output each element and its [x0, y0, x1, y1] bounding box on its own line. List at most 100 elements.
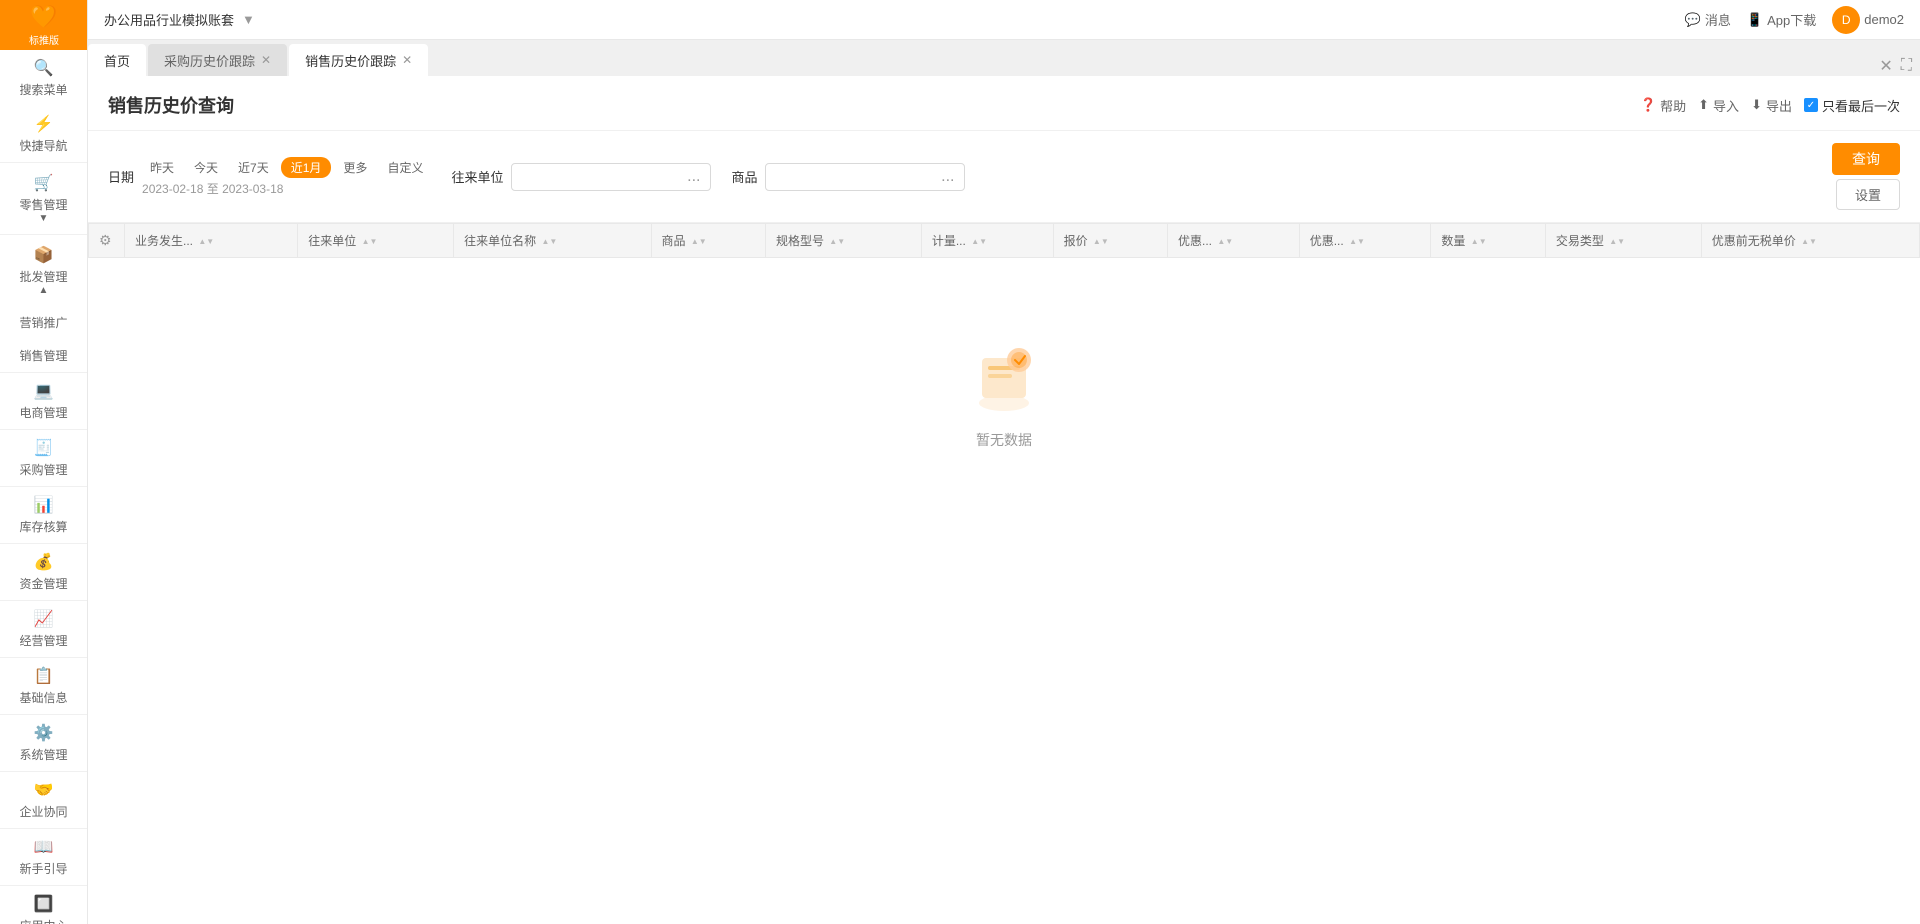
- sidebar-group-wholesale: 📦 批发管理 ▲ 营销推广 销售管理: [0, 235, 87, 373]
- tab-purchase-close-icon[interactable]: ✕: [261, 53, 271, 67]
- sidebar-item-sales[interactable]: 销售管理: [0, 339, 87, 372]
- date-yesterday-btn[interactable]: 昨天: [142, 157, 182, 178]
- date-last1month-btn[interactable]: 近1月: [281, 157, 332, 178]
- table-settings-icon[interactable]: ⚙: [99, 232, 112, 248]
- col-product-label: 商品: [662, 234, 686, 248]
- sidebar-group-inventory: 📊 库存核算: [0, 487, 87, 544]
- date-today-btn[interactable]: 今天: [186, 157, 226, 178]
- sidebar-group-top: 🔍 搜索菜单 ⚡ 快捷导航: [0, 50, 87, 163]
- sidebar-item-label: 采购管理: [19, 461, 67, 478]
- table-header: ⚙ 业务发生... ▲▼ 往来单位 ▲▼ 往来单位名称 ▲▼: [89, 224, 1920, 258]
- sidebar-item-app-center[interactable]: 🔲 应用中心: [0, 886, 87, 924]
- col-discount2-label: 优惠...: [1310, 234, 1344, 248]
- tab-home[interactable]: 首页: [88, 44, 146, 76]
- main-area: 办公用品行业模拟账套 ▼ 💬 消息 📱 App下载 D demo2 首页 采购历…: [88, 0, 1920, 924]
- sort-icon[interactable]: ▲▼: [691, 237, 707, 246]
- tab-sales-close-icon[interactable]: ✕: [402, 53, 412, 67]
- col-discount1: 优惠... ▲▼: [1167, 224, 1299, 258]
- user-menu[interactable]: D demo2: [1832, 6, 1904, 34]
- date-more-btn[interactable]: 更多: [335, 157, 375, 178]
- sidebar-item-label: 搜索菜单: [19, 81, 67, 98]
- operations-icon: 📈: [34, 609, 54, 629]
- sidebar-item-retail[interactable]: 🛒 零售管理 ▼: [0, 163, 87, 234]
- maximize-icon[interactable]: ⛶: [1901, 57, 1912, 75]
- logo: 🧡 标推版: [0, 0, 88, 50]
- col-unit: 计量... ▲▼: [921, 224, 1053, 258]
- sidebar-item-system[interactable]: ⚙️ 系统管理: [0, 715, 87, 771]
- tab-purchase-history[interactable]: 采购历史价跟踪 ✕: [148, 44, 287, 76]
- sidebar-item-finance[interactable]: 💰 资金管理: [0, 544, 87, 600]
- sort-icon[interactable]: ▲▼: [1093, 237, 1109, 246]
- sidebar-item-marketing[interactable]: 营销推广: [0, 306, 87, 339]
- sort-icon[interactable]: ▲▼: [541, 237, 557, 246]
- sidebar-group-app-center: 🔲 应用中心: [0, 886, 87, 924]
- sidebar-item-inventory[interactable]: 📊 库存核算: [0, 487, 87, 543]
- col-product: 商品 ▲▼: [651, 224, 765, 258]
- page-header: 销售历史价查询 ❓ 帮助 ⬆ 导入 ⬇ 导出 ✓ 只看最后一次: [88, 76, 1920, 131]
- sidebar-item-purchase[interactable]: 🧾 采购管理: [0, 430, 87, 486]
- source-unit-label: 往来单位: [451, 167, 503, 186]
- sidebar-item-basic[interactable]: 📋 基础信息: [0, 658, 87, 714]
- sort-icon[interactable]: ▲▼: [362, 237, 378, 246]
- close-window-icon[interactable]: ✕: [1879, 56, 1892, 76]
- tab-sales-history[interactable]: 销售历史价跟踪 ✕: [289, 44, 428, 76]
- sidebar-item-label: 企业协同: [19, 803, 67, 820]
- sort-icon[interactable]: ▲▼: [971, 237, 987, 246]
- sidebar-item-quick-nav[interactable]: ⚡ 快捷导航: [0, 106, 87, 162]
- message-button[interactable]: 💬 消息: [1685, 10, 1731, 29]
- settings-button[interactable]: 设置: [1836, 179, 1900, 210]
- import-label: 导入: [1713, 96, 1739, 115]
- sort-icon[interactable]: ▲▼: [829, 237, 845, 246]
- sidebar-item-label: 基础信息: [19, 689, 67, 706]
- col-trade-type: 交易类型 ▲▼: [1545, 224, 1701, 258]
- sort-icon[interactable]: ▲▼: [1471, 237, 1487, 246]
- sidebar-group-ecommerce: 💻 电商管理: [0, 373, 87, 430]
- query-button[interactable]: 查询: [1832, 143, 1900, 175]
- export-button[interactable]: ⬇ 导出: [1751, 96, 1792, 115]
- col-discount2: 优惠... ▲▼: [1299, 224, 1431, 258]
- wholesale-submenu: 营销推广 销售管理: [0, 306, 87, 372]
- table-header-row: ⚙ 业务发生... ▲▼ 往来单位 ▲▼ 往来单位名称 ▲▼: [89, 224, 1920, 258]
- sidebar-item-wholesale[interactable]: 📦 批发管理 ▲: [0, 235, 87, 306]
- sidebar-item-guide[interactable]: 📖 新手引导: [0, 829, 87, 885]
- source-unit-input[interactable]: ...: [511, 163, 711, 191]
- sidebar-item-operations[interactable]: 📈 经营管理: [0, 601, 87, 657]
- date-custom-btn[interactable]: 自定义: [379, 157, 431, 178]
- tab-home-label: 首页: [104, 51, 130, 70]
- show-last-only-checkbox[interactable]: ✓ 只看最后一次: [1804, 96, 1900, 115]
- col-source-unit-name: 往来单位名称 ▲▼: [454, 224, 651, 258]
- sidebar-item-label: 经营管理: [19, 632, 67, 649]
- sort-icon[interactable]: ▲▼: [198, 237, 214, 246]
- sidebar-group-purchase: 🧾 采购管理: [0, 430, 87, 487]
- col-source-unit: 往来单位 ▲▼: [298, 224, 454, 258]
- date-last7days-btn[interactable]: 近7天: [230, 157, 277, 178]
- empty-state-text: 暂无数据: [976, 430, 1032, 450]
- retail-icon: 🛒: [34, 173, 54, 193]
- sort-icon[interactable]: ▲▼: [1217, 237, 1233, 246]
- import-button[interactable]: ⬆ 导入: [1698, 96, 1739, 115]
- ecommerce-icon: 💻: [34, 381, 54, 401]
- sort-icon[interactable]: ▲▼: [1801, 237, 1817, 246]
- sidebar-item-enterprise[interactable]: 🤝 企业协同: [0, 772, 87, 828]
- checkbox-checked-icon: ✓: [1804, 98, 1818, 112]
- topbar-left: 办公用品行业模拟账套 ▼: [104, 10, 255, 29]
- help-button[interactable]: ❓ 帮助: [1640, 96, 1686, 115]
- product-input[interactable]: ...: [765, 163, 965, 191]
- topbar-right: 💬 消息 📱 App下载 D demo2: [1685, 6, 1904, 34]
- date-filter-row: 昨天 今天 近7天 近1月 更多 自定义: [142, 157, 431, 178]
- sidebar-item-ecommerce[interactable]: 💻 电商管理: [0, 373, 87, 429]
- app-download-button[interactable]: 📱 App下载: [1747, 10, 1816, 29]
- sort-icon[interactable]: ▲▼: [1609, 237, 1625, 246]
- quick-nav-icon: ⚡: [34, 114, 54, 134]
- sidebar-item-label: 资金管理: [19, 575, 67, 592]
- sort-icon[interactable]: ▲▼: [1349, 237, 1365, 246]
- sidebar-item-label: 系统管理: [19, 746, 67, 763]
- sidebar-item-search-menu[interactable]: 🔍 搜索菜单: [0, 50, 87, 106]
- sidebar-group-operations: 📈 经营管理: [0, 601, 87, 658]
- sidebar-group-finance: 💰 资金管理: [0, 544, 87, 601]
- enterprise-icon: 🤝: [34, 780, 54, 800]
- username: demo2: [1864, 12, 1904, 27]
- topbar-dropdown-icon[interactable]: ▼: [242, 12, 255, 27]
- app-label: App下载: [1767, 10, 1816, 29]
- col-quote-price: 报价 ▲▼: [1053, 224, 1167, 258]
